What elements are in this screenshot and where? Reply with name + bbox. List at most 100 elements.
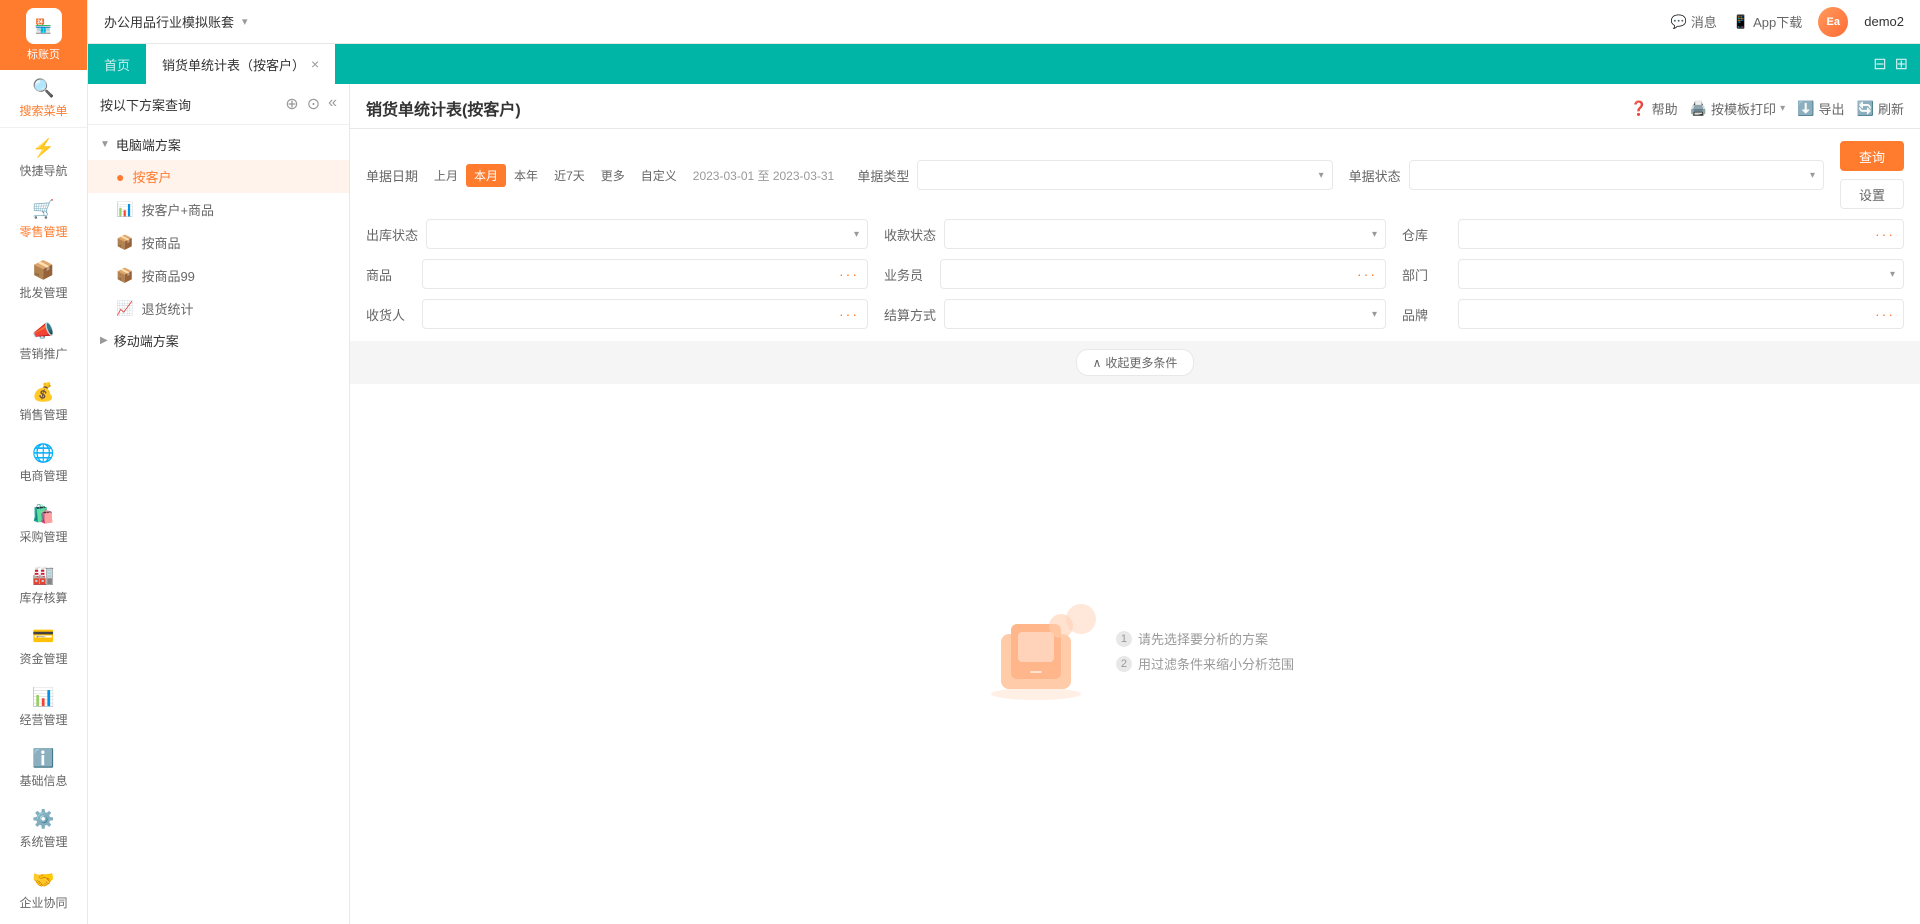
scheme-group-desktop[interactable]: ▼ 电脑端方案	[88, 129, 349, 160]
sidebar-item-operations[interactable]: 📊 经营管理	[0, 677, 87, 738]
sidebar-item-basic[interactable]: ℹ️ 基础信息	[0, 738, 87, 799]
goods-input[interactable]: ···	[422, 259, 868, 289]
page-actions: ❓ 帮助 🖨️ 按模板打印 ▾ ⬇️ 导出 🔄 刷新	[1630, 99, 1904, 118]
settlement-arrow: ▾	[1372, 309, 1377, 320]
system-icon: ⚙️	[32, 809, 54, 830]
tab-minimize-icon[interactable]: ⊟	[1873, 54, 1886, 74]
tab-maximize-icon[interactable]: ⊞	[1895, 54, 1908, 74]
left-panel-title: 按以下方案查询	[100, 95, 191, 114]
sidebar-item-marketing[interactable]: 📣 营销推广	[0, 311, 87, 372]
brand-input[interactable]: ···	[1458, 299, 1904, 329]
customer-goods-icon: 📊	[116, 201, 133, 218]
left-panel-actions: ⊕ ⊙ «	[285, 94, 337, 114]
hint2-text: 用过滤条件来缩小分析范围	[1138, 654, 1294, 673]
sidebar-logo[interactable]: 🏪 标账页	[0, 0, 88, 70]
department-input[interactable]: ▾	[1458, 259, 1904, 289]
collapse-panel-icon[interactable]: «	[328, 94, 337, 114]
salesperson-input[interactable]: ···	[940, 259, 1386, 289]
refresh-label: 刷新	[1878, 99, 1904, 118]
doc-type-label: 单据类型	[857, 166, 909, 185]
empty-illustration	[976, 604, 1096, 704]
export-btn[interactable]: ⬇️ 导出	[1797, 99, 1844, 118]
date-tab-this-year[interactable]: 本年	[506, 164, 546, 187]
add-scheme-icon[interactable]: ⊕	[285, 94, 298, 114]
tab-close-icon[interactable]: ×	[311, 57, 319, 71]
collapse-bar: ∧ 收起更多条件	[350, 341, 1920, 384]
consignee-label: 收货人	[366, 305, 414, 324]
scheme-group-mobile[interactable]: ▶ 移动端方案	[88, 325, 349, 356]
brand-filter: 品牌 ···	[1402, 299, 1904, 329]
user-name[interactable]: demo2	[1864, 14, 1904, 29]
date-tab-this-month[interactable]: 本月	[466, 164, 506, 187]
download-icon: 📱	[1733, 14, 1749, 30]
sidebar-item-wholesale[interactable]: 📦 批发管理	[0, 250, 87, 311]
date-tab-more[interactable]: 更多	[593, 164, 633, 187]
consignee-input[interactable]: ···	[422, 299, 868, 329]
return-icon: 📈	[116, 300, 133, 317]
settlement-input[interactable]: ▾	[944, 299, 1386, 329]
payment-status-input[interactable]: ▾	[944, 219, 1386, 249]
date-tab-last-month[interactable]: 上月	[426, 164, 466, 187]
date-tabs: 上月 本月 本年 近7天 更多 自定义	[426, 164, 685, 187]
sidebar-item-quick-nav[interactable]: ⚡ 快捷导航	[0, 128, 87, 189]
tab-sales-stats-label: 销货单统计表（按客户）	[162, 55, 305, 74]
refresh-btn[interactable]: 🔄 刷新	[1857, 99, 1904, 118]
sidebar-item-sales[interactable]: 💰 销售管理	[0, 372, 87, 433]
sidebar-item-system[interactable]: ⚙️ 系统管理	[0, 799, 87, 860]
scheme-item-by-customer[interactable]: ● 按客户	[88, 160, 349, 193]
avatar[interactable]: Ea	[1818, 7, 1848, 37]
sidebar-item-purchase[interactable]: 🛍️ 采购管理	[0, 494, 87, 555]
scheme-item-return-stats[interactable]: 📈 退货统计	[88, 292, 349, 325]
message-icon: 💬	[1671, 14, 1687, 30]
sidebar-item-inventory[interactable]: 🏭 库存核算	[0, 555, 87, 616]
sidebar-item-search[interactable]: 🔍 搜索菜单	[0, 70, 87, 128]
collapse-button[interactable]: ∧ 收起更多条件	[1076, 349, 1195, 376]
print-btn[interactable]: 🖨️ 按模板打印 ▾	[1690, 99, 1785, 118]
group-mobile-label: 移动端方案	[114, 331, 179, 350]
scheme-item-customer-goods-label: 按客户+商品	[141, 200, 214, 219]
doc-type-input[interactable]: ▾	[917, 160, 1332, 190]
brand-label: 品牌	[1402, 305, 1450, 324]
doc-status-input[interactable]: ▾	[1409, 160, 1824, 190]
consignee-dots: ···	[839, 306, 859, 322]
scheme-item-goods-label: 按商品	[141, 233, 180, 252]
app-download-btn[interactable]: 📱 App下载	[1733, 12, 1802, 31]
date-tab-custom[interactable]: 自定义	[633, 164, 685, 187]
sidebar-item-finance[interactable]: 💳 资金管理	[0, 616, 87, 677]
out-status-filter: 出库状态 ▾	[366, 219, 868, 249]
sidebar-item-retail[interactable]: 🛒 零售管理	[0, 189, 87, 250]
finance-icon: 💳	[32, 626, 54, 647]
refresh-scheme-icon[interactable]: ⊙	[307, 94, 320, 114]
scheme-item-by-goods[interactable]: 📦 按商品	[88, 226, 349, 259]
tab-home[interactable]: 首页	[88, 44, 146, 84]
empty-text: 1 请先选择要分析的方案 2 用过滤条件来缩小分析范围	[1116, 629, 1294, 679]
scheme-item-customer-goods[interactable]: 📊 按客户+商品	[88, 193, 349, 226]
date-tab-last-7[interactable]: 近7天	[546, 164, 593, 187]
message-btn[interactable]: 💬 消息	[1671, 12, 1717, 31]
mobile-group-icon: ▶	[100, 335, 108, 346]
out-status-input[interactable]: ▾	[426, 219, 868, 249]
scheme-item-customer-label: 按客户	[132, 167, 171, 186]
quick-nav-icon: ⚡	[32, 138, 54, 159]
collapse-up-icon: ∧	[1093, 356, 1102, 370]
sidebar-item-ecom[interactable]: 🌐 电商管理	[0, 433, 87, 494]
goods-filter: 商品 ···	[366, 259, 868, 289]
warehouse-filter: 仓库 ···	[1402, 219, 1904, 249]
filter-right-btns: 查询 设置	[1840, 141, 1904, 209]
query-button[interactable]: 查询	[1840, 141, 1904, 171]
date-label: 单据日期	[366, 166, 418, 185]
settings-button[interactable]: 设置	[1840, 179, 1904, 209]
tab-sales-stats[interactable]: 销货单统计表（按客户） ×	[146, 44, 335, 84]
department-label: 部门	[1402, 265, 1450, 284]
scheme-item-goods-99[interactable]: 📦 按商品99	[88, 259, 349, 292]
top-header: 办公用品行业模拟账套 ▾ 💬 消息 📱 App下载 Ea demo2	[88, 0, 1920, 44]
warehouse-input[interactable]: ···	[1458, 219, 1904, 249]
inventory-icon: 🏭	[32, 565, 54, 586]
help-btn[interactable]: ❓ 帮助	[1630, 99, 1677, 118]
industry-name: 办公用品行业模拟账套	[104, 12, 234, 31]
print-label: 按模板打印	[1711, 99, 1776, 118]
goods-label: 商品	[366, 265, 414, 284]
customer-icon: ●	[116, 169, 124, 185]
industry-dropdown-icon[interactable]: ▾	[242, 15, 248, 28]
sidebar-item-enterprise[interactable]: 🤝 企业协同	[0, 860, 87, 921]
